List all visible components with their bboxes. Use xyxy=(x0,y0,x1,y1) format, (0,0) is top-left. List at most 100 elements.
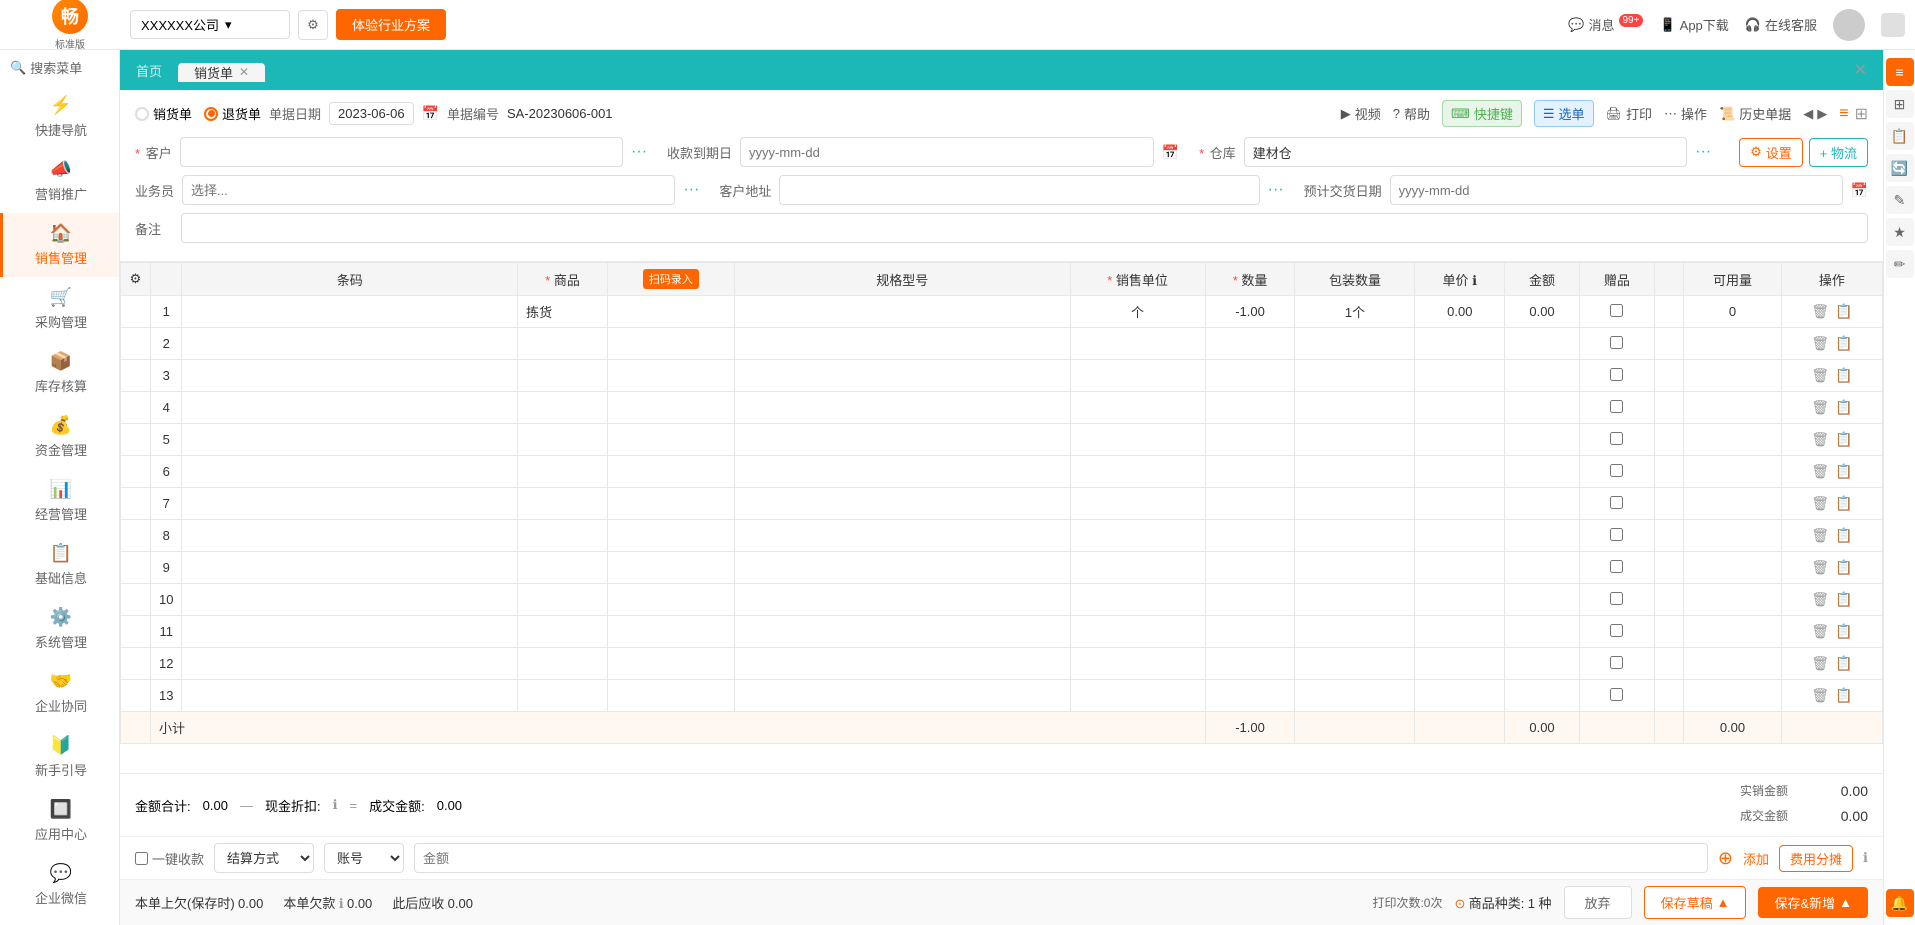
info-icon[interactable]: ℹ xyxy=(333,797,338,813)
save-draft-button[interactable]: 保存草稿 ▲ xyxy=(1644,886,1747,919)
expected-date-calendar-icon[interactable]: 📅 xyxy=(1851,182,1868,199)
warehouse-input[interactable] xyxy=(1244,137,1687,167)
cell-gift-7[interactable] xyxy=(1579,488,1654,520)
cell-barcode-5[interactable] xyxy=(182,424,518,456)
right-panel-btn-list[interactable]: ≡ xyxy=(1886,58,1914,86)
cell-spec-9[interactable] xyxy=(734,552,1070,584)
salesman-input[interactable] xyxy=(182,175,675,205)
copy-icon-9[interactable]: 📋 xyxy=(1835,559,1852,576)
cell-spec-11[interactable] xyxy=(734,616,1070,648)
setup-button[interactable]: ⚙ 设置 xyxy=(1739,138,1803,167)
cell-barcode-9[interactable] xyxy=(182,552,518,584)
radio-sales-order[interactable]: 销货单 xyxy=(135,104,192,123)
one-click-payment-checkbox[interactable] xyxy=(135,852,148,865)
right-panel-btn-pencil[interactable]: ✏ xyxy=(1886,250,1914,278)
cell-barcode-8[interactable] xyxy=(182,520,518,552)
nav-next-icon[interactable]: ▶ xyxy=(1817,106,1827,122)
delete-icon-7[interactable]: 🗑 xyxy=(1811,495,1829,512)
copy-icon-11[interactable]: 📋 xyxy=(1835,623,1852,640)
cell-gift-5[interactable] xyxy=(1579,424,1654,456)
sidebar-item-finance[interactable]: 💰 资金管理 xyxy=(0,405,119,469)
delete-icon-8[interactable]: 🗑 xyxy=(1811,527,1829,544)
delete-icon-4[interactable]: 🗑 xyxy=(1811,399,1829,416)
right-panel-btn-refresh[interactable]: 🔄 xyxy=(1886,154,1914,182)
delete-icon-5[interactable]: 🗑 xyxy=(1811,431,1829,448)
cell-spec-6[interactable] xyxy=(734,456,1070,488)
tab-close-icon[interactable]: ✕ xyxy=(239,65,249,79)
cell-gift-4[interactable] xyxy=(1579,392,1654,424)
cell-gift-1[interactable] xyxy=(1579,296,1654,328)
cell-barcode-3[interactable] xyxy=(182,360,518,392)
cell-gift-2[interactable] xyxy=(1579,328,1654,360)
messages-button[interactable]: 💬 消息 99+ xyxy=(1568,15,1643,34)
right-panel-btn-alert[interactable]: 🔔 xyxy=(1886,889,1914,917)
date-value[interactable]: 2023-06-06 xyxy=(329,102,414,125)
customer-more-icon[interactable]: ··· xyxy=(631,143,647,161)
help-button[interactable]: ? 帮助 xyxy=(1393,104,1430,123)
cell-gift-6[interactable] xyxy=(1579,456,1654,488)
close-window-icon[interactable]: ✕ xyxy=(1838,60,1883,80)
copy-icon-7[interactable]: 📋 xyxy=(1835,495,1852,512)
cell-gift-3[interactable] xyxy=(1579,360,1654,392)
cell-barcode-11[interactable] xyxy=(182,616,518,648)
sidebar-item-quick-nav[interactable]: ⚡ 快捷导航 xyxy=(0,85,119,149)
warehouse-more-icon[interactable]: ··· xyxy=(1695,143,1711,161)
customer-input[interactable] xyxy=(180,137,623,167)
settings-button[interactable]: ⚙ xyxy=(298,10,328,40)
tab-sales-order[interactable]: 销货单 ✕ xyxy=(178,63,265,82)
print-button[interactable]: 🖨 打印 xyxy=(1606,104,1653,123)
sidebar-item-operations[interactable]: 📊 经营管理 xyxy=(0,469,119,533)
history-button[interactable]: 📜 历史单据 xyxy=(1719,104,1791,123)
copy-icon-2[interactable]: 📋 xyxy=(1835,335,1852,352)
abandon-button[interactable]: 放弃 xyxy=(1564,886,1632,919)
product-type-icon[interactable]: ⊙ xyxy=(1454,896,1465,911)
radio-return-order[interactable]: 退货单 xyxy=(204,104,261,123)
sidebar-item-basic[interactable]: 📋 基础信息 xyxy=(0,533,119,597)
select-order-button[interactable]: ☰ 选单 xyxy=(1534,100,1594,127)
scan-button[interactable]: 扫码录入 xyxy=(643,269,699,289)
cell-spec-2[interactable] xyxy=(734,328,1070,360)
delete-icon-6[interactable]: 🗑 xyxy=(1811,463,1829,480)
fee-split-button[interactable]: 费用分摊 xyxy=(1779,845,1853,872)
user-avatar2[interactable] xyxy=(1881,13,1905,37)
sidebar-item-newbie[interactable]: 🔰 新手引导 xyxy=(0,725,119,789)
config-icon[interactable]: ⚙ xyxy=(130,271,142,286)
copy-icon-1[interactable]: 📋 xyxy=(1835,303,1852,320)
copy-icon-10[interactable]: 📋 xyxy=(1835,591,1852,608)
grid-view-icon[interactable]: ⊞ xyxy=(1855,104,1868,124)
expected-date-input[interactable] xyxy=(1390,175,1843,205)
app-download-button[interactable]: 📱 App下载 xyxy=(1659,15,1728,34)
shortcut-button[interactable]: ⌨ 快捷键 xyxy=(1442,100,1522,127)
right-panel-btn-note[interactable]: 📋 xyxy=(1886,122,1914,150)
video-button[interactable]: ▶ 视频 xyxy=(1341,104,1381,123)
operation-button[interactable]: ⋯ 操作 xyxy=(1664,104,1707,123)
right-panel-btn-grid[interactable]: ⊞ xyxy=(1886,90,1914,118)
cell-gift-8[interactable] xyxy=(1579,520,1654,552)
delete-icon-13[interactable]: 🗑 xyxy=(1811,687,1829,704)
cell-barcode-13[interactable] xyxy=(182,680,518,712)
cell-barcode-1[interactable] xyxy=(182,296,518,328)
cell-gift-12[interactable] xyxy=(1579,648,1654,680)
info-overdue-icon[interactable]: ℹ xyxy=(339,896,344,911)
copy-icon-3[interactable]: 📋 xyxy=(1835,367,1852,384)
delete-icon-9[interactable]: 🗑 xyxy=(1811,559,1829,576)
payment-method-select[interactable]: 结算方式 xyxy=(214,843,314,873)
sidebar-item-sales[interactable]: 🏠 销售管理 xyxy=(0,213,119,277)
right-panel-btn-star[interactable]: ★ xyxy=(1886,218,1914,246)
sidebar-item-wechat[interactable]: 💬 企业微信 xyxy=(0,853,119,917)
delete-icon-1[interactable]: 🗑 xyxy=(1811,303,1829,320)
logistics-button[interactable]: + 物流 xyxy=(1809,138,1868,167)
trial-button[interactable]: 体验行业方案 xyxy=(336,9,446,40)
cell-spec-10[interactable] xyxy=(734,584,1070,616)
copy-icon-12[interactable]: 📋 xyxy=(1835,655,1852,672)
online-service-button[interactable]: 🎧 在线客服 xyxy=(1745,15,1817,34)
payment-amount-input[interactable] xyxy=(414,843,1708,873)
cell-barcode-2[interactable] xyxy=(182,328,518,360)
fee-info-icon[interactable]: ℹ xyxy=(1863,850,1868,866)
sidebar-item-marketing[interactable]: 📣 营销推广 xyxy=(0,149,119,213)
cell-spec-13[interactable] xyxy=(734,680,1070,712)
cell-gift-9[interactable] xyxy=(1579,552,1654,584)
cell-barcode-10[interactable] xyxy=(182,584,518,616)
salesman-more-icon[interactable]: ··· xyxy=(683,181,699,199)
sidebar-item-apps[interactable]: 🔲 应用中心 xyxy=(0,789,119,853)
